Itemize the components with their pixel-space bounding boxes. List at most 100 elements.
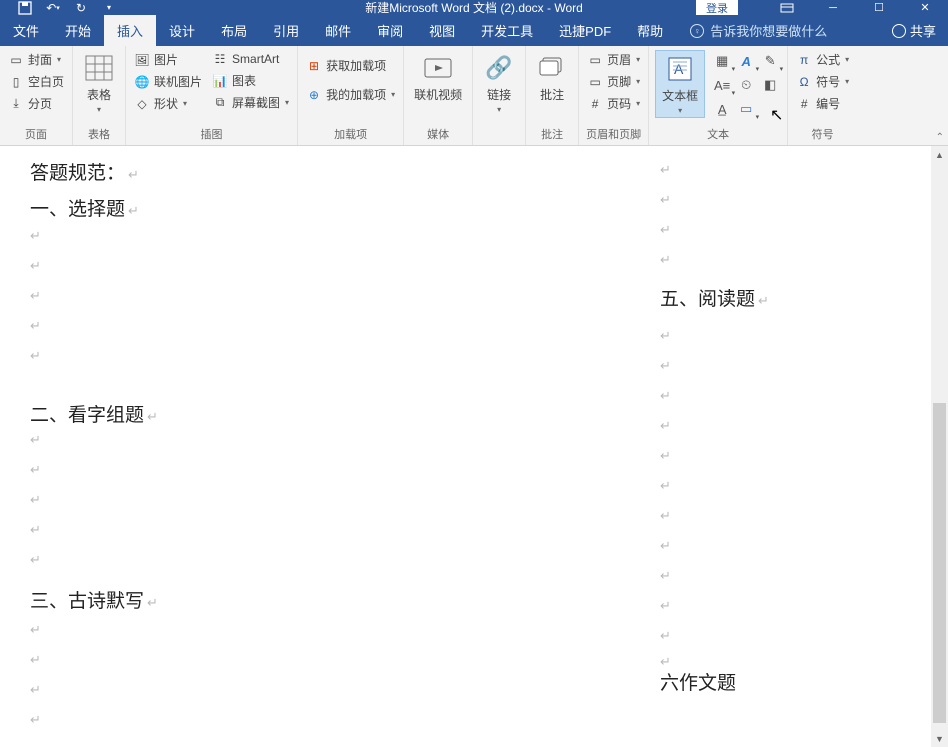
document-area[interactable]: 答题规范：↵ 一、选择题↵ ↵ ↵ ↵ ↵ ↵ 二、看字组题↵ ↵ ↵ ↵ ↵ … [0, 146, 948, 747]
minimize-icon[interactable]: ─ [810, 0, 856, 15]
text-misc2-button[interactable]: ▭▾ [735, 98, 757, 120]
vertical-scrollbar[interactable]: ▲ ▼ [931, 146, 948, 747]
comment-button[interactable]: 批注 [532, 50, 572, 105]
scroll-thumb[interactable] [933, 403, 946, 723]
scroll-down-icon[interactable]: ▼ [931, 730, 948, 747]
links-button[interactable]: 🔗 链接 ▾ [479, 50, 519, 116]
online-video-button[interactable]: 联机视频 [410, 50, 466, 105]
number-button[interactable]: #编号 [794, 94, 851, 113]
online-picture-label: 联机图片 [154, 73, 202, 90]
tab-xunjiepdf[interactable]: 迅捷PDF [546, 15, 624, 46]
ribbon-options-icon[interactable] [764, 0, 810, 15]
table-button[interactable]: 表格 ▾ [79, 50, 119, 116]
table-label: 表格 [87, 86, 111, 103]
group-addins-label: 加载项 [304, 123, 397, 143]
group-pages: ▭封面▾ ▯空白页 ⤓分页 页面 [0, 46, 73, 145]
tab-insert[interactable]: 插入 [104, 15, 156, 46]
undo-icon[interactable]: ↶▾ [44, 1, 62, 15]
signature-button[interactable]: ✎▾ [759, 50, 781, 72]
get-addins-label: 获取加载项 [326, 57, 386, 74]
symbol-button[interactable]: Ω符号▾ [794, 72, 851, 91]
tell-me[interactable]: ♀ 告诉我你想要做什么 [690, 21, 827, 46]
table-icon [83, 52, 115, 84]
tab-design[interactable]: 设计 [156, 15, 208, 46]
equation-button[interactable]: π公式▾ [794, 50, 851, 69]
screenshot-label: 屏幕截图 [232, 94, 280, 111]
scroll-up-icon[interactable]: ▲ [931, 146, 948, 163]
group-pages-label: 页面 [6, 123, 66, 143]
text-misc1-button[interactable]: A̲ [711, 98, 733, 120]
links-label: 链接 [487, 86, 511, 103]
section-3: 三、古诗默写↵ [30, 584, 918, 620]
links-icon: 🔗 [483, 52, 515, 84]
group-headerfooter-label: 页眉和页脚 [585, 123, 642, 143]
tab-view[interactable]: 视图 [416, 15, 468, 46]
tab-layout[interactable]: 布局 [208, 15, 260, 46]
blank-page-icon: ▯ [8, 74, 24, 90]
header-button[interactable]: ▭页眉▾ [585, 50, 642, 69]
tab-help[interactable]: 帮助 [624, 15, 676, 46]
page-break-icon: ⤓ [8, 96, 24, 112]
quickparts-button[interactable]: ▦▾ [711, 50, 733, 72]
screenshot-button[interactable]: ⧉屏幕截图▾ [210, 93, 291, 112]
tab-review[interactable]: 审阅 [364, 15, 416, 46]
chart-button[interactable]: 📊图表 [210, 71, 291, 90]
text-misc1-icon: A̲ [718, 102, 727, 117]
dropcap-button[interactable]: A≡▾ [711, 74, 733, 96]
datetime-icon: ⏲ [741, 77, 751, 93]
share-label: 共享 [910, 21, 936, 40]
pagenumber-button[interactable]: #页码▾ [585, 94, 642, 113]
tab-mailings[interactable]: 邮件 [312, 15, 364, 46]
save-icon[interactable] [16, 1, 34, 15]
cover-page-label: 封面 [28, 51, 52, 68]
share-icon [892, 24, 906, 38]
symbol-label: 符号 [816, 73, 840, 90]
redo-icon[interactable]: ↻ [72, 1, 90, 15]
tab-file[interactable]: 文件 [0, 15, 52, 46]
chart-label: 图表 [232, 72, 256, 89]
picture-button[interactable]: 🖼图片 [132, 50, 204, 69]
number-label: 编号 [816, 95, 840, 112]
doc-title: 答题规范：↵ [30, 156, 918, 192]
maximize-icon[interactable]: ☐ [856, 0, 902, 15]
get-addins-button[interactable]: ⊞获取加载项 [304, 56, 397, 75]
title-bar: ↶▾ ↻ ▾ 新建Microsoft Word 文档 (2).docx - Wo… [0, 0, 948, 15]
footer-button[interactable]: ▭页脚▾ [585, 72, 642, 91]
share-button[interactable]: 共享 [892, 21, 936, 40]
comment-label: 批注 [540, 86, 564, 103]
page-break-button[interactable]: ⤓分页 [6, 94, 66, 113]
scroll-track[interactable] [931, 163, 948, 730]
cover-page-icon: ▭ [8, 52, 24, 68]
datetime-button[interactable]: ⏲ [735, 74, 757, 96]
picture-label: 图片 [154, 51, 178, 68]
shapes-button[interactable]: ◇形状▾ [132, 94, 204, 113]
tell-me-label: 告诉我你想要做什么 [710, 21, 827, 40]
online-picture-button[interactable]: 🌐联机图片 [132, 72, 204, 91]
wordart-button[interactable]: A▾ [735, 50, 757, 72]
collapse-ribbon-icon[interactable]: ⌃ [936, 132, 944, 143]
blank-page-button[interactable]: ▯空白页 [6, 72, 66, 91]
object-button[interactable]: ◧ [759, 74, 781, 96]
group-comments-label: 批注 [532, 123, 572, 143]
ribbon-tabs: 文件 开始 插入 设计 布局 引用 邮件 审阅 视图 开发工具 迅捷PDF 帮助… [0, 15, 948, 46]
qat-dropdown-icon[interactable]: ▾ [100, 1, 118, 15]
header-label: 页眉 [607, 51, 631, 68]
group-text-label: 文本 [655, 123, 781, 143]
textbox-button[interactable]: A 文本框 ▾ [655, 50, 705, 118]
smartart-button[interactable]: ☷SmartArt [210, 50, 291, 68]
pagenumber-label: 页码 [607, 95, 631, 112]
ribbon: ▭封面▾ ▯空白页 ⤓分页 页面 表格 ▾ 表格 🖼图片 🌐联机图片 ◇形状▾ [0, 46, 948, 146]
group-illustrations-label: 插图 [132, 123, 291, 143]
group-headerfooter: ▭页眉▾ ▭页脚▾ #页码▾ 页眉和页脚 [579, 46, 649, 145]
cover-page-button[interactable]: ▭封面▾ [6, 50, 66, 69]
lightbulb-icon: ♀ [690, 24, 704, 38]
store-icon: ⊞ [306, 58, 322, 74]
my-addins-button[interactable]: ⊕我的加载项▾ [304, 85, 397, 104]
my-addins-icon: ⊕ [306, 87, 322, 103]
close-icon[interactable]: ✕ [902, 0, 948, 15]
group-comments: 批注 批注 [526, 46, 579, 145]
tab-references[interactable]: 引用 [260, 15, 312, 46]
tab-developer[interactable]: 开发工具 [468, 15, 546, 46]
tab-home[interactable]: 开始 [52, 15, 104, 46]
group-symbols-label: 符号 [794, 123, 851, 143]
